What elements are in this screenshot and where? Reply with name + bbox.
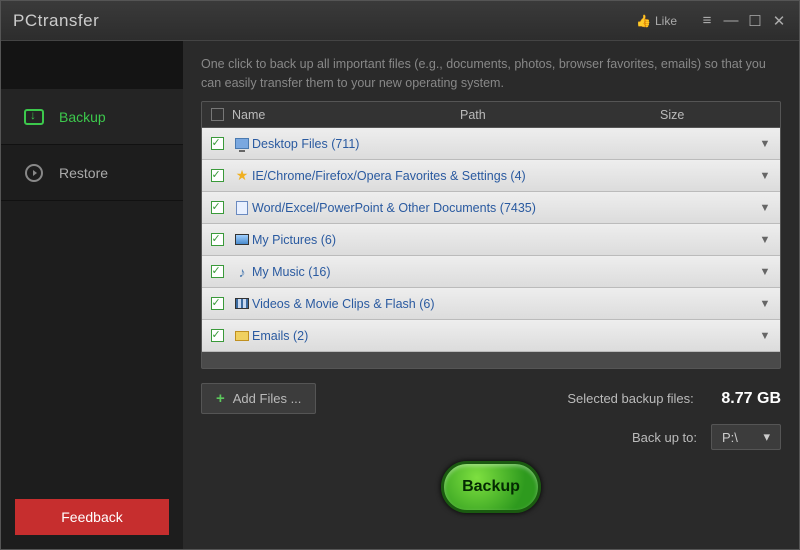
feedback-label: Feedback [61,509,122,525]
list-row[interactable]: ★IE/Chrome/Firefox/Opera Favorites & Set… [202,160,780,192]
list-row[interactable]: Word/Excel/PowerPoint & Other Documents … [202,192,780,224]
footer: Backup [201,450,781,524]
doc-icon [232,201,252,215]
row-checkbox[interactable] [211,137,224,150]
row-label: IE/Chrome/Firefox/Opera Favorites & Sett… [252,169,750,183]
row-checkbox[interactable] [211,169,224,182]
chevron-down-icon[interactable]: ▼ [750,234,780,246]
file-list: Name Path Size Desktop Files (711)▼★IE/C… [201,101,781,369]
main-panel: One click to back up all important files… [183,41,799,549]
row-label: Emails (2) [252,329,750,343]
sidebar: Backup Restore Feedback [1,41,183,549]
menu-icon[interactable]: ≡ [699,12,715,29]
backup-button-label: Backup [462,478,520,496]
chevron-down-icon[interactable]: ▼ [750,330,780,342]
intro-text: One click to back up all important files… [201,55,781,101]
column-name[interactable]: Name [232,108,460,122]
selected-size: 8.77 GB [721,390,781,407]
thumbs-up-icon: 👍 [636,14,651,28]
list-row[interactable]: Desktop Files (711)▼ [202,128,780,160]
sidebar-item-label: Backup [59,109,106,125]
row-label: Videos & Movie Clips & Flash (6) [252,297,750,311]
music-icon: ♪ [232,264,252,280]
minimize-icon[interactable]: — [723,12,739,29]
list-row[interactable]: My Pictures (6)▼ [202,224,780,256]
sidebar-item-restore[interactable]: Restore [1,145,183,201]
feedback-button[interactable]: Feedback [15,499,169,535]
add-files-label: Add Files ... [233,391,302,406]
chevron-down-icon[interactable]: ▼ [750,170,780,182]
row-checkbox[interactable] [211,233,224,246]
row-label: Word/Excel/PowerPoint & Other Documents … [252,201,750,215]
pic-icon [232,234,252,245]
chevron-down-icon[interactable]: ▼ [750,138,780,150]
add-files-button[interactable]: + Add Files ... [201,383,316,414]
monitor-icon [232,138,252,149]
chevron-down-icon[interactable]: ▼ [750,298,780,310]
restore-icon [23,162,45,184]
column-size[interactable]: Size [660,108,780,122]
app-title: PCtransfer [13,11,99,31]
like-button[interactable]: 👍 Like [636,14,677,28]
backup-to-label: Back up to: [632,430,697,445]
chevron-down-icon[interactable]: ▼ [750,202,780,214]
maximize-icon[interactable]: ☐ [747,12,763,30]
chevron-down-icon: ▾ [763,429,770,445]
mail-icon [232,331,252,341]
list-row[interactable]: Emails (2)▼ [202,320,780,352]
sidebar-item-backup[interactable]: Backup [1,89,183,145]
row-checkbox[interactable] [211,201,224,214]
list-header: Name Path Size [202,102,780,128]
row-checkbox[interactable] [211,329,224,342]
close-icon[interactable]: ✕ [771,12,787,30]
list-row[interactable]: ♪My Music (16)▼ [202,256,780,288]
backup-icon [23,106,45,128]
sidebar-item-label: Restore [59,165,108,181]
video-icon [232,298,252,309]
selected-info: Selected backup files: 8.77 GB [567,390,781,408]
sidebar-logo-area [1,41,183,89]
plus-icon: + [216,390,225,407]
list-row[interactable]: Videos & Movie Clips & Flash (6)▼ [202,288,780,320]
drive-dropdown[interactable]: P:\ ▾ [711,424,781,450]
titlebar: PCtransfer 👍 Like ≡ — ☐ ✕ [1,1,799,41]
row-checkbox[interactable] [211,297,224,310]
row-label: Desktop Files (711) [252,137,750,151]
body: Backup Restore Feedback One click to bac… [1,41,799,549]
drive-value: P:\ [722,430,738,445]
select-all-checkbox[interactable] [211,108,224,121]
like-label: Like [655,14,677,28]
chevron-down-icon[interactable]: ▼ [750,266,780,278]
selected-label: Selected backup files: [567,391,693,406]
star-icon: ★ [232,167,252,184]
row-label: My Pictures (6) [252,233,750,247]
below-list-bar: + Add Files ... Selected backup files: 8… [201,383,781,414]
backup-button[interactable]: Backup [441,461,541,513]
row-label: My Music (16) [252,265,750,279]
column-path[interactable]: Path [460,108,660,122]
list-rows: Desktop Files (711)▼★IE/Chrome/Firefox/O… [202,128,780,368]
row-checkbox[interactable] [211,265,224,278]
app-window: PCtransfer 👍 Like ≡ — ☐ ✕ Backup Restore… [0,0,800,550]
backup-to-row: Back up to: P:\ ▾ [201,424,781,450]
